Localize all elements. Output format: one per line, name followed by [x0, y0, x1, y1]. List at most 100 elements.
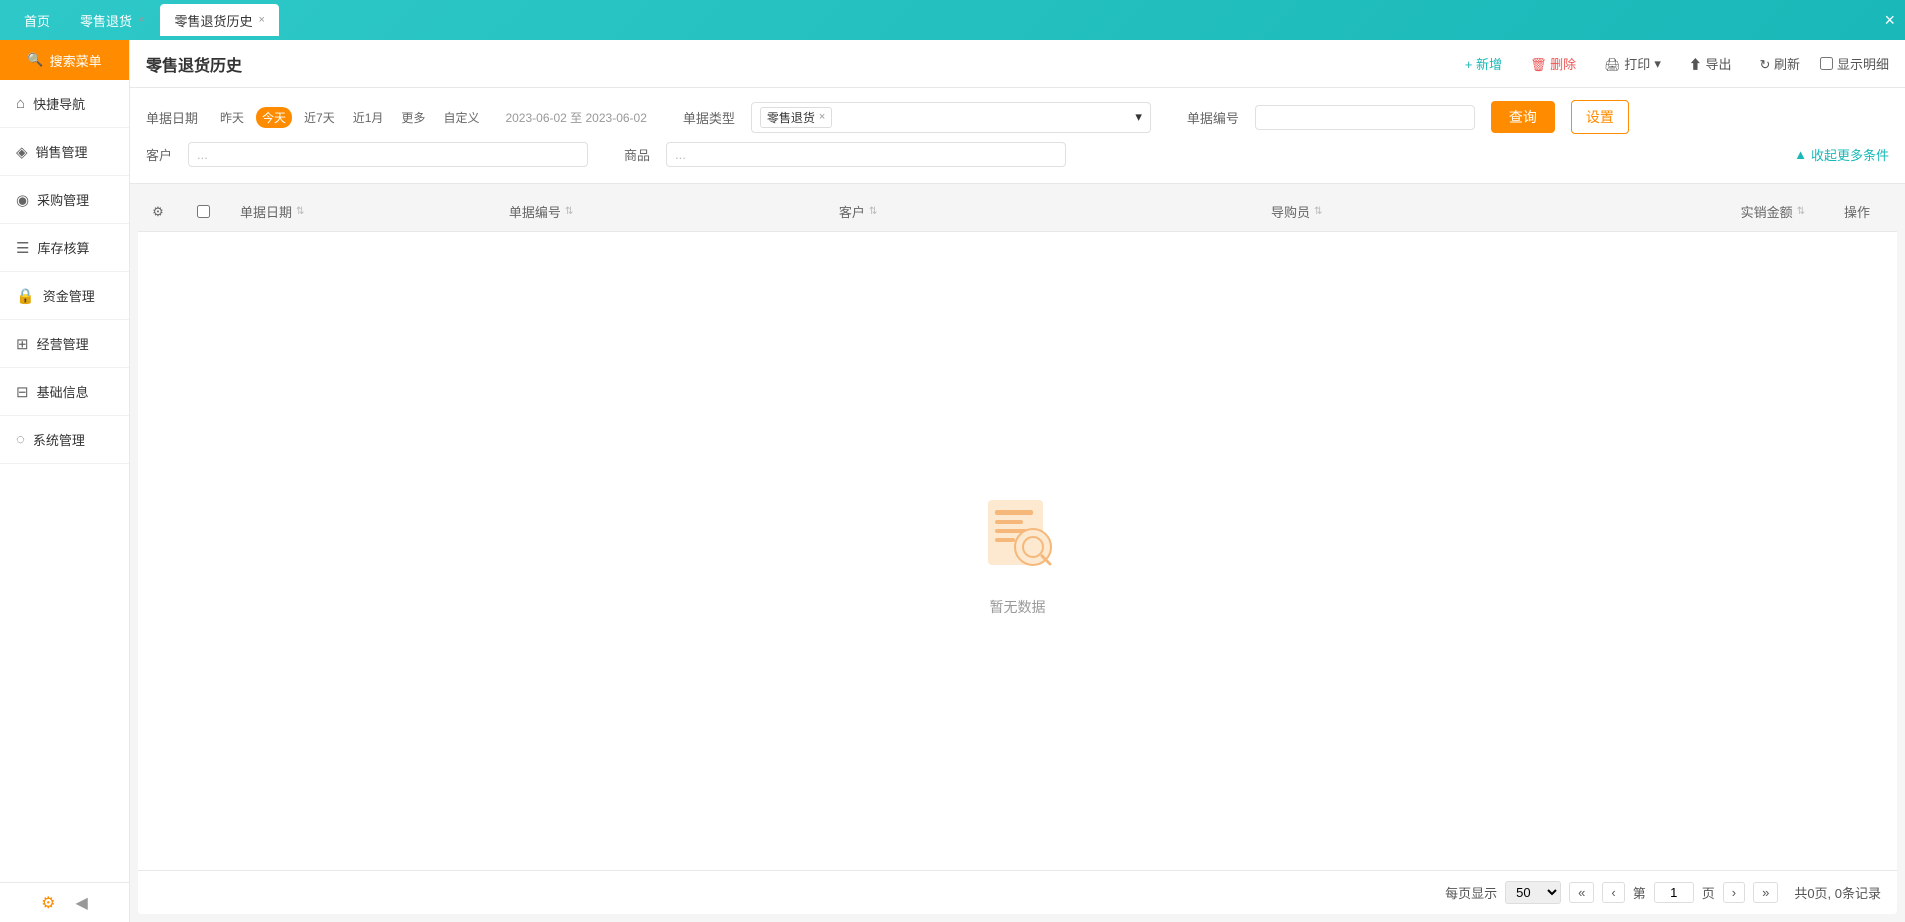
collapse-filter-button[interactable]: ▲ 收起更多条件 — [1794, 145, 1889, 164]
export-button[interactable]: ⬆ 导出 — [1681, 50, 1740, 77]
collapse-icon: ▲ — [1794, 147, 1807, 162]
page-size-label: 每页显示 — [1445, 883, 1497, 902]
page-size-select[interactable]: 50 10 20 100 — [1505, 881, 1561, 904]
th-date[interactable]: 单据日期 ⇅ — [228, 202, 497, 221]
bill-type-select[interactable]: 零售退货 × ▾ — [751, 102, 1151, 133]
sidebar-item-system-mgmt[interactable]: ◌ 系统管理 — [0, 416, 129, 464]
bill-no-label: 单据编号 — [1187, 108, 1239, 127]
print-dropdown-icon: ▾ — [1654, 56, 1661, 72]
window-close-button[interactable]: × — [1884, 10, 1895, 31]
query-button[interactable]: 查询 — [1491, 101, 1555, 133]
th-check[interactable] — [178, 205, 228, 218]
sidebar-item-operation[interactable]: ⊞ 经营管理 — [0, 320, 129, 368]
page-number-input[interactable] — [1654, 882, 1694, 903]
main-layout: 🔍 搜索菜单 ⌂ 快捷导航 ◈ 销售管理 ◉ 采购管理 ☰ 库存核算 🔒 资金管… — [0, 40, 1905, 922]
filter-settings-label: 设置 — [1586, 109, 1614, 125]
export-button-label: ⬆ 导出 — [1689, 54, 1732, 73]
delete-button[interactable]: 🗑 删除 — [1522, 50, 1584, 77]
date-range-display: 2023-06-02 至 2023-06-02 — [505, 109, 646, 126]
sidebar-collapse-icon[interactable]: ◀ — [76, 893, 88, 913]
filter-settings-button[interactable]: 设置 — [1571, 100, 1629, 134]
sidebar-item-quick-nav[interactable]: ⌂ 快捷导航 — [0, 80, 129, 128]
next-page-button[interactable]: › — [1723, 882, 1745, 903]
sidebar-item-purchase-mgmt[interactable]: ◉ 采购管理 — [0, 176, 129, 224]
sidebar-item-purchase-label: 采购管理 — [37, 190, 89, 209]
th-settings[interactable]: ⚙ — [138, 204, 178, 220]
header-actions: + 新增 🗑 删除 🖨 打印 ▾ ⬆ 导出 ↻ 刷新 显示明细 — [1457, 50, 1889, 77]
settings-gear-icon[interactable]: ⚙ — [41, 893, 55, 913]
refresh-button-label: ↻ 刷新 — [1759, 54, 1800, 73]
empty-text: 暂无数据 — [990, 597, 1046, 617]
table-settings-icon[interactable]: ⚙ — [152, 204, 164, 220]
date-btn-custom[interactable]: 自定义 — [437, 107, 485, 128]
sidebar-item-sales-mgmt[interactable]: ◈ 销售管理 — [0, 128, 129, 176]
show-detail-label: 显示明细 — [1837, 54, 1889, 73]
tab-home-label: 首页 — [24, 11, 50, 30]
first-page-button[interactable]: « — [1569, 882, 1594, 903]
system-icon: ◌ — [16, 431, 25, 448]
sidebar-item-finance[interactable]: 🔒 资金管理 — [0, 272, 129, 320]
tab-retail-return-history[interactable]: 零售退货历史 × — [160, 4, 278, 36]
tab-home[interactable]: 首页 — [10, 4, 64, 36]
sidebar-item-finance-label: 资金管理 — [43, 286, 95, 305]
add-button-label: + 新增 — [1465, 54, 1502, 73]
customer-select[interactable]: ... — [188, 142, 588, 167]
sales-icon: ◈ — [16, 143, 28, 161]
sidebar-item-basic-info-label: 基础信息 — [37, 382, 89, 401]
operation-icon: ⊞ — [16, 335, 29, 353]
refresh-button[interactable]: ↻ 刷新 — [1751, 50, 1808, 77]
sort-customer-icon: ⇅ — [869, 206, 877, 217]
customer-label: 客户 — [146, 145, 172, 164]
content-area: 零售退货历史 + 新增 🗑 删除 🖨 打印 ▾ ⬆ 导出 ↻ 刷新 — [130, 40, 1905, 922]
goods-label: 商品 — [624, 145, 650, 164]
tab-retail-return-history-close[interactable]: × — [258, 14, 264, 26]
th-customer-label: 客户 — [839, 202, 865, 221]
th-customer[interactable]: 客户 ⇅ — [827, 202, 1259, 221]
print-button-label: 🖨 打印 — [1604, 54, 1650, 73]
collapse-filter-label: 收起更多条件 — [1811, 145, 1889, 164]
tab-retail-return[interactable]: 零售退货 × — [66, 4, 158, 36]
bill-type-tag-text: 零售退货 — [767, 109, 815, 126]
show-detail-input[interactable] — [1820, 57, 1833, 70]
date-filter-label: 单据日期 — [146, 108, 198, 127]
tab-retail-return-close[interactable]: × — [138, 14, 144, 26]
bill-type-label: 单据类型 — [683, 108, 735, 127]
goods-select[interactable]: ... — [666, 142, 1066, 167]
th-guide[interactable]: 导购员 ⇅ — [1259, 202, 1589, 221]
prev-page-button[interactable]: ‹ — [1602, 882, 1624, 903]
table-header: ⚙ 单据日期 ⇅ 单据编号 ⇅ 客户 ⇅ 导购员 — [138, 192, 1897, 232]
sidebar-item-operation-label: 经营管理 — [37, 334, 89, 353]
print-button[interactable]: 🖨 打印 ▾ — [1596, 50, 1669, 77]
sidebar-search[interactable]: 🔍 搜索菜单 — [0, 40, 129, 80]
date-btn-7days[interactable]: 近7天 — [298, 107, 341, 128]
date-btn-yesterday[interactable]: 昨天 — [214, 107, 250, 128]
top-bar: 首页 零售退货 × 零售退货历史 × × — [0, 0, 1905, 40]
add-button[interactable]: + 新增 — [1457, 50, 1510, 77]
sidebar-item-system-label: 系统管理 — [33, 430, 85, 449]
th-amount[interactable]: 实销金额 ⇅ — [1589, 202, 1817, 221]
date-btn-1month[interactable]: 近1月 — [347, 107, 390, 128]
sidebar-item-inventory[interactable]: ☰ 库存核算 — [0, 224, 129, 272]
date-shortcuts: 昨天 今天 近7天 近1月 更多 自定义 — [214, 107, 485, 128]
page-word: 第 — [1633, 883, 1646, 902]
inventory-icon: ☰ — [16, 239, 29, 257]
select-all-checkbox[interactable] — [197, 205, 210, 218]
bill-type-tag-remove[interactable]: × — [819, 111, 825, 123]
bill-no-input[interactable] — [1255, 105, 1475, 130]
sidebar-search-label: 搜索菜单 — [50, 51, 102, 70]
th-guide-label: 导购员 — [1271, 202, 1310, 221]
customer-placeholder: ... — [197, 147, 208, 162]
total-text: 共0页, 0条记录 — [1794, 883, 1881, 902]
th-ops-label: 操作 — [1844, 202, 1870, 221]
date-btn-today[interactable]: 今天 — [256, 107, 292, 128]
sidebar-item-basic-info[interactable]: ⊟ 基础信息 — [0, 368, 129, 416]
date-btn-more[interactable]: 更多 — [395, 107, 431, 128]
th-billno[interactable]: 单据编号 ⇅ — [497, 202, 827, 221]
sidebar-item-quick-nav-label: 快捷导航 — [33, 94, 85, 113]
last-page-button[interactable]: » — [1753, 882, 1778, 903]
table-area: ⚙ 单据日期 ⇅ 单据编号 ⇅ 客户 ⇅ 导购员 — [138, 192, 1897, 914]
th-billno-label: 单据编号 — [509, 202, 561, 221]
sidebar-item-sales-label: 销售管理 — [36, 142, 88, 161]
show-detail-checkbox[interactable]: 显示明细 — [1820, 54, 1889, 73]
delete-button-label: 🗑 删除 — [1530, 54, 1576, 73]
